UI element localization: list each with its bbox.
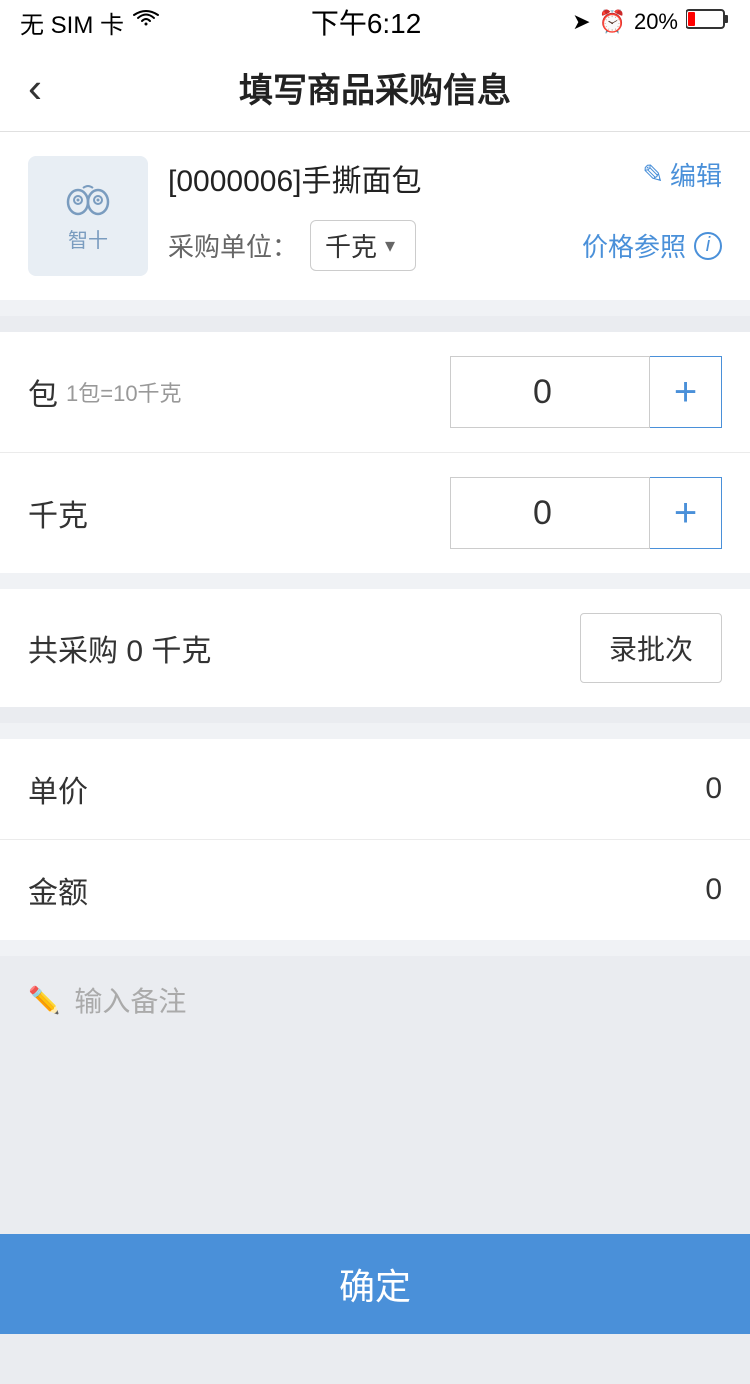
unit-select[interactable]: 千克 ▾ bbox=[310, 220, 416, 271]
edit-icon: ✎ bbox=[642, 159, 664, 190]
unit-value: 千克 bbox=[325, 227, 377, 264]
status-left: 无 SIM 卡 bbox=[20, 5, 160, 40]
alarm-icon: ⏰ bbox=[599, 9, 626, 35]
price-ref-button[interactable]: 价格参照 i bbox=[582, 227, 722, 264]
kg-plus-button[interactable]: + bbox=[650, 477, 722, 549]
notes-section[interactable]: ✏️ 输入备注 bbox=[0, 956, 750, 1044]
unit-price-label: 单价 bbox=[28, 767, 88, 811]
bag-input-row: 包 1包=10千克 + bbox=[0, 332, 750, 453]
kg-input-wrapper: + bbox=[450, 477, 722, 549]
price-ref-label: 价格参照 bbox=[582, 227, 686, 264]
unit-price-value: 0 bbox=[705, 772, 722, 806]
edit-label: 编辑 bbox=[670, 156, 722, 193]
back-button[interactable]: ‹ bbox=[28, 64, 42, 112]
bag-input[interactable] bbox=[450, 356, 650, 428]
battery-icon bbox=[686, 8, 730, 36]
batch-button[interactable]: 录批次 bbox=[580, 613, 722, 683]
product-name: [0000006]手撕面包 bbox=[168, 156, 421, 200]
info-icon: i bbox=[694, 232, 722, 260]
product-thumbnail: 智十 bbox=[28, 156, 148, 276]
summary-text: 共采购 0 千克 bbox=[28, 626, 211, 670]
plus-icon-kg: + bbox=[674, 491, 697, 536]
carrier-text: 无 SIM 卡 bbox=[20, 5, 124, 40]
plus-icon: + bbox=[674, 370, 697, 415]
summary-section: 共采购 0 千克 录批次 bbox=[0, 589, 750, 707]
back-icon: ‹ bbox=[28, 64, 42, 111]
kg-input-row: 千克 + bbox=[0, 453, 750, 573]
bag-plus-button[interactable]: + bbox=[650, 356, 722, 428]
status-time: 下午6:12 bbox=[311, 2, 422, 42]
edit-button[interactable]: ✎ 编辑 bbox=[642, 156, 722, 193]
kg-label: 千克 bbox=[28, 491, 88, 535]
product-card: 智十 [0000006]手撕面包 ✎ 编辑 采购单位： 千克 ▾ 价格参照 i bbox=[0, 132, 750, 300]
notes-placeholder: 输入备注 bbox=[74, 980, 186, 1020]
amount-label: 金额 bbox=[28, 868, 88, 912]
pencil-icon: ✏️ bbox=[28, 985, 60, 1016]
unit-price-row: 单价 0 bbox=[0, 739, 750, 840]
bag-sub-label: 1包=10千克 bbox=[66, 376, 182, 408]
page-title: 填写商品采购信息 bbox=[239, 63, 511, 112]
status-right: ➤ ⏰ 20% bbox=[572, 8, 730, 36]
unit-label: 采购单位： bbox=[168, 227, 298, 264]
nav-bar: ‹ 填写商品采购信息 bbox=[0, 44, 750, 132]
battery-percent: 20% bbox=[634, 9, 678, 35]
kg-input[interactable] bbox=[450, 477, 650, 549]
status-bar: 无 SIM 卡 下午6:12 ➤ ⏰ 20% bbox=[0, 0, 750, 44]
location-icon: ➤ bbox=[572, 9, 590, 35]
bag-label: 包 bbox=[28, 370, 58, 414]
bag-input-wrapper: + bbox=[450, 356, 722, 428]
wifi-icon bbox=[132, 8, 160, 36]
product-unit-row: 采购单位： 千克 ▾ 价格参照 i bbox=[168, 220, 722, 271]
confirm-button[interactable]: 确定 bbox=[0, 1234, 750, 1334]
product-logo-icon bbox=[58, 180, 118, 220]
product-header: [0000006]手撕面包 ✎ 编辑 bbox=[168, 156, 722, 200]
amount-value: 0 bbox=[705, 873, 722, 907]
amount-row: 金额 0 bbox=[0, 840, 750, 940]
dropdown-arrow-icon: ▾ bbox=[385, 233, 395, 258]
product-info: [0000006]手撕面包 ✎ 编辑 采购单位： 千克 ▾ 价格参照 i bbox=[168, 156, 722, 271]
input-section: 包 1包=10千克 + 千克 + bbox=[0, 332, 750, 573]
product-thumb-label: 智十 bbox=[68, 224, 108, 253]
divider-1 bbox=[0, 316, 750, 332]
divider-2 bbox=[0, 707, 750, 723]
price-section: 单价 0 金额 0 bbox=[0, 739, 750, 940]
